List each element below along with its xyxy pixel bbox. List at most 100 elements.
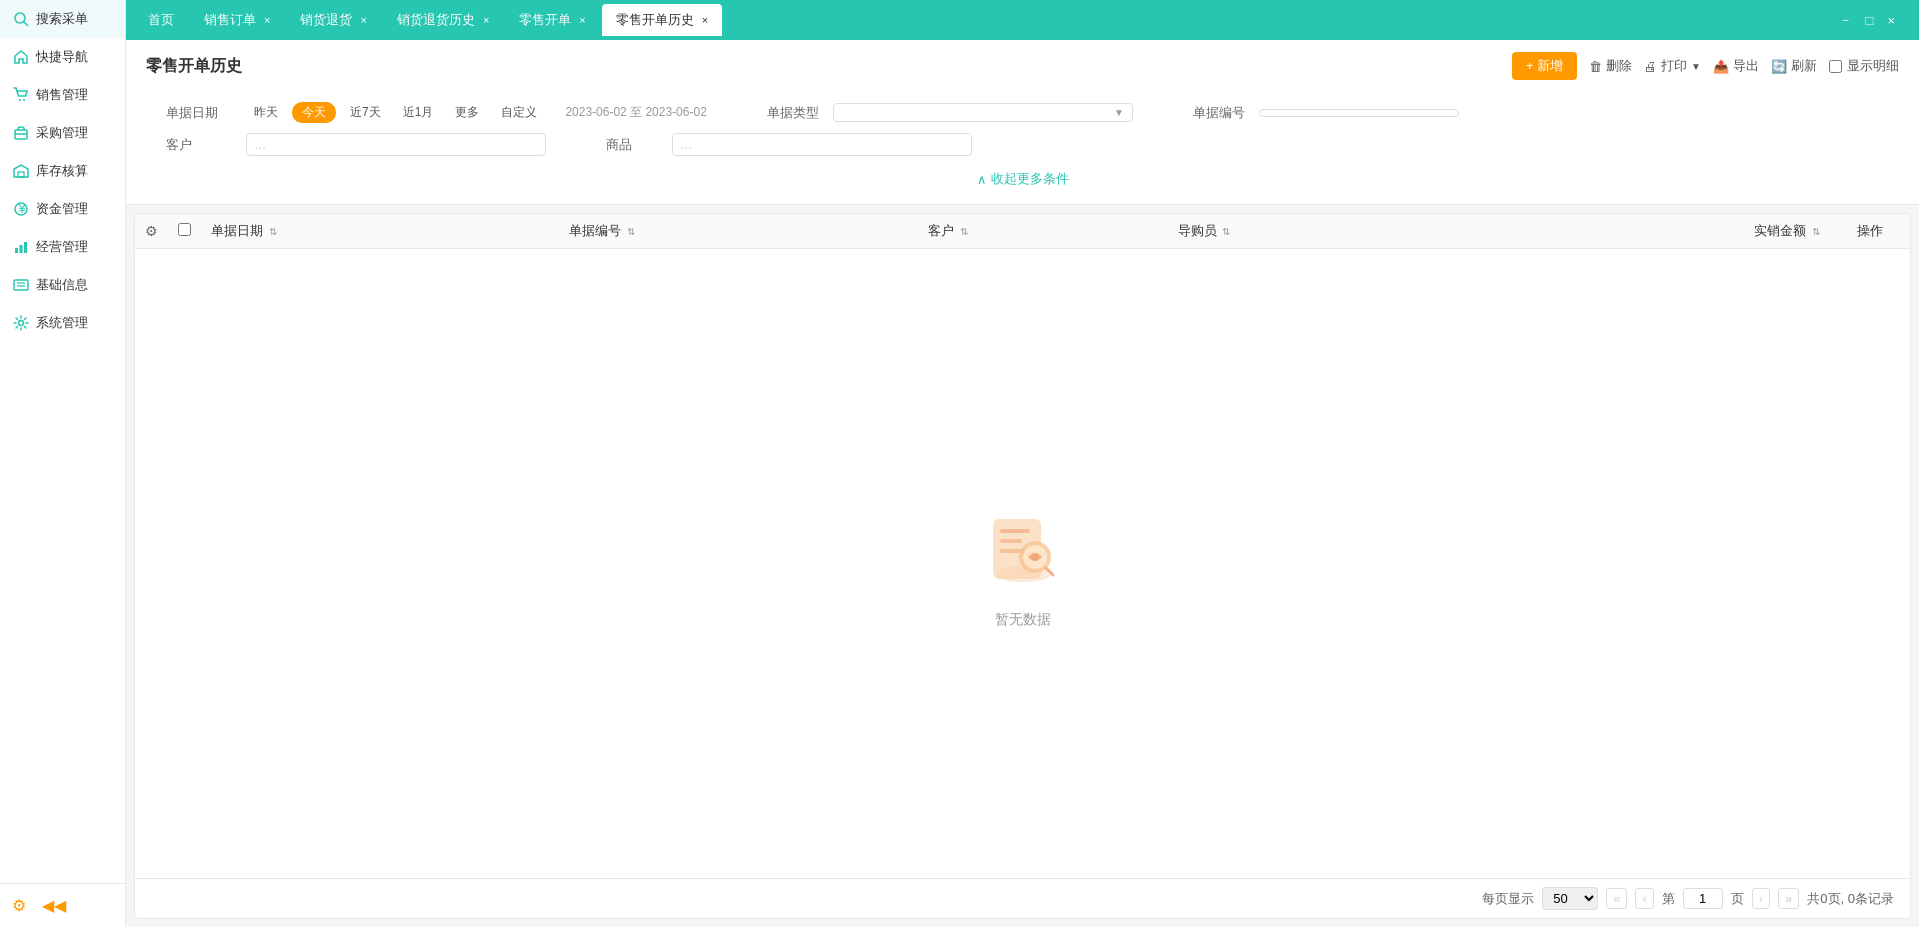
tab-home[interactable]: 首页 [134,4,188,36]
tab-sales-return-close[interactable]: × [360,14,366,26]
col-salesperson-sort-icon[interactable]: ⇅ [1222,226,1230,237]
refresh-button[interactable]: 🔄 刷新 [1771,57,1817,75]
date-btn-more[interactable]: 更多 [447,102,487,123]
display-detail-check[interactable]: 显示明细 [1829,57,1899,75]
sidebar-item-sales-mgmt[interactable]: 销售管理 [0,76,125,114]
svg-rect-19 [1000,539,1022,543]
sidebar-item-quick-nav[interactable]: 快捷导航 [0,38,125,76]
empty-icon [973,499,1073,599]
collapse-button[interactable]: ∧ 收起更多条件 [977,170,1069,188]
settings-bottom-icon[interactable]: ⚙ [12,896,26,915]
page-header: 零售开单历史 + 新增 🗑 删除 🖨 打印 ▼ 📤 导出 [126,40,1919,205]
customer-label: 客户 [166,136,226,154]
sidebar-search[interactable]: 搜索采单 [0,0,125,38]
table-settings-icon[interactable]: ⚙ [145,223,158,239]
doc-no-label: 单据编号 [1193,104,1253,122]
tab-sales-order[interactable]: 销售订单 × [190,4,284,36]
customer-placeholder: ... [255,137,266,152]
date-btn-1month[interactable]: 近1月 [395,102,442,123]
tab-sales-return[interactable]: 销货退货 × [286,4,380,36]
info-icon [12,276,30,294]
col-no-label: 单据编号 [569,223,621,238]
col-settings: ⚙ [135,214,168,249]
sidebar-item-inventory[interactable]: 库存核算 [0,152,125,190]
print-chevron-icon: ▼ [1691,61,1701,72]
svg-rect-12 [14,280,28,290]
print-label: 打印 [1661,57,1687,75]
collapse-icon[interactable]: ◀◀ [42,896,66,915]
doc-type-chevron: ▼ [1114,107,1124,118]
page-suffix: 页 [1731,890,1744,908]
date-range-text: 2023-06-02 至 2023-06-02 [565,104,706,121]
col-no: 单据编号 ⇅ [559,214,917,249]
sidebar-item-label: 快捷导航 [36,48,88,66]
date-btn-custom[interactable]: 自定义 [493,102,545,123]
pagination: 每页显示 50 20 100 « ‹ 第 页 › » 共0页, 0条记录 [135,878,1910,918]
collapse-up-icon: ∧ [977,172,987,187]
cart-icon [12,86,30,104]
export-button[interactable]: 📤 导出 [1713,57,1759,75]
sidebar-item-purchase-mgmt[interactable]: 采购管理 [0,114,125,152]
col-amount-sort-icon[interactable]: ⇅ [1812,226,1820,237]
date-btn-7days[interactable]: 近7天 [342,102,389,123]
print-button[interactable]: 🖨 打印 ▼ [1644,57,1701,75]
per-page-label: 每页显示 [1482,890,1534,908]
col-salesperson: 导购员 ⇅ [1168,214,1472,249]
coin-icon: ¥ [12,200,30,218]
sidebar-bottom: ⚙ ◀◀ [0,883,125,927]
customer-input[interactable]: ... [246,133,546,156]
doc-type-select[interactable]: ▼ [833,103,1133,122]
col-customer-sort-icon[interactable]: ⇅ [960,226,968,237]
box-icon [12,124,30,142]
sidebar-item-label: 基础信息 [36,276,88,294]
delete-button[interactable]: 🗑 删除 [1589,57,1632,75]
date-btn-today[interactable]: 今天 [292,102,336,123]
tab-sales-order-label: 销售订单 [204,11,256,29]
data-table: ⚙ 单据日期 ⇅ 单据编号 ⇅ [135,214,1910,249]
refresh-label: 刷新 [1791,57,1817,75]
sidebar-item-label: 经营管理 [36,238,88,256]
per-page-select[interactable]: 50 20 100 [1542,887,1598,910]
svg-rect-18 [1000,529,1030,533]
col-date: 单据日期 ⇅ [201,214,559,249]
svg-rect-9 [15,248,18,253]
tab-sales-return-history[interactable]: 销货退货历史 × [383,4,503,36]
next-page-btn[interactable]: › [1752,888,1770,909]
sidebar-item-base-info[interactable]: 基础信息 [0,266,125,304]
main-area: 首页 销售订单 × 销货退货 × 销货退货历史 × 零售开单 × 零售开单历史 … [126,0,1919,927]
page-title-row: 零售开单历史 + 新增 🗑 删除 🖨 打印 ▼ 📤 导出 [146,52,1899,90]
tab-retail-open[interactable]: 零售开单 × [505,4,599,36]
sidebar-item-finance[interactable]: ¥ 资金管理 [0,190,125,228]
display-detail-checkbox[interactable] [1829,60,1842,73]
tab-sales-return-label: 销货退货 [300,11,352,29]
goods-input[interactable]: ... [672,133,972,156]
col-no-sort-icon[interactable]: ⇅ [627,226,635,237]
sidebar-item-ops-mgmt[interactable]: 经营管理 [0,228,125,266]
tab-sales-return-history-label: 销货退货历史 [397,11,475,29]
doc-type-label: 单据类型 [767,104,827,122]
col-action: 操作 [1830,214,1910,249]
last-page-btn[interactable]: » [1778,888,1799,909]
sidebar-item-sys-mgmt[interactable]: 系统管理 [0,304,125,342]
tab-retail-open-history-close[interactable]: × [702,14,708,26]
page-input[interactable] [1683,888,1723,909]
first-page-btn[interactable]: « [1606,888,1627,909]
col-customer-label: 客户 [928,223,954,238]
restore-btn[interactable]: □ [1866,13,1874,28]
tab-retail-open-close[interactable]: × [579,14,585,26]
sidebar: 搜索采单 快捷导航 销售管理 采购管理 [0,0,126,927]
tab-sales-return-history-close[interactable]: × [483,14,489,26]
prev-page-btn[interactable]: ‹ [1635,888,1653,909]
add-button[interactable]: + 新增 [1512,52,1577,80]
tab-sales-order-close[interactable]: × [264,14,270,26]
svg-point-15 [19,321,24,326]
doc-no-input[interactable] [1259,109,1459,117]
tab-retail-open-history[interactable]: 零售开单历史 × [602,4,722,36]
date-btn-yesterday[interactable]: 昨天 [246,102,286,123]
delete-icon: 🗑 [1589,59,1602,74]
select-all-checkbox[interactable] [178,223,191,236]
close-btn[interactable]: × [1887,13,1895,28]
minimize-btn[interactable]: － [1839,11,1852,29]
tab-home-label: 首页 [148,11,174,29]
col-date-sort-icon[interactable]: ⇅ [269,226,277,237]
